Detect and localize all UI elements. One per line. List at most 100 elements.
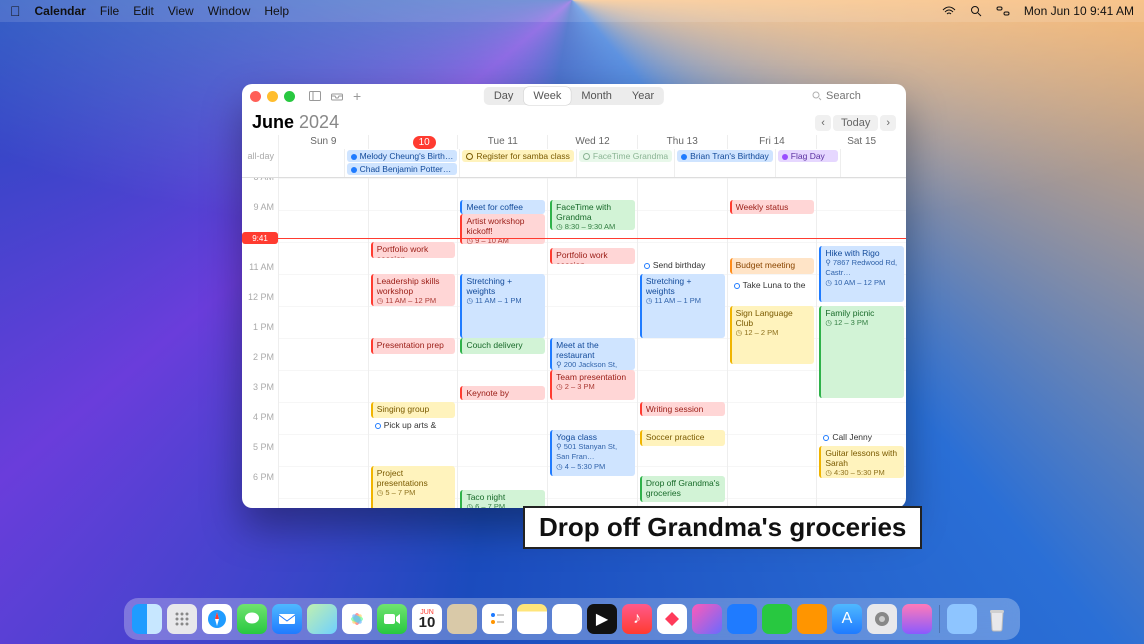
dock-downloads[interactable]: [947, 604, 977, 634]
zoom-button[interactable]: [284, 91, 295, 102]
wifi-icon[interactable]: [942, 6, 956, 16]
calendar-event[interactable]: Budget meeting: [730, 258, 815, 274]
dock-notes[interactable]: [517, 604, 547, 634]
menubar-clock[interactable]: Mon Jun 10 9:41 AM: [1024, 4, 1134, 18]
dock-settings[interactable]: [867, 604, 897, 634]
dock-numbers[interactable]: [762, 604, 792, 634]
calendar-event[interactable]: Writing session with Or…: [640, 402, 725, 416]
next-week-button[interactable]: ›: [880, 115, 896, 131]
calendar-event[interactable]: Weekly status: [730, 200, 815, 214]
add-event-icon[interactable]: +: [353, 91, 361, 101]
allday-event[interactable]: Register for samba class: [462, 150, 574, 162]
allday-event[interactable]: FaceTime Grandma: [579, 150, 672, 162]
calendar-event[interactable]: Project presentations◷ 5 – 7 PM: [371, 466, 456, 508]
dock-launchpad[interactable]: [167, 604, 197, 634]
calendar-event[interactable]: Presentation prep: [371, 338, 456, 354]
calendar-event[interactable]: Meet for coffee: [460, 200, 545, 214]
dock-mail[interactable]: [272, 604, 302, 634]
day-header-fri[interactable]: Fri 14: [727, 135, 817, 149]
menu-file[interactable]: File: [100, 4, 119, 18]
spotlight-icon[interactable]: [970, 5, 982, 17]
calendar-event[interactable]: Family picnic◷ 12 – 3 PM: [819, 306, 904, 398]
dock-appstore[interactable]: A: [832, 604, 862, 634]
dock-maps[interactable]: [307, 604, 337, 634]
dock-calendar[interactable]: JUN 10: [412, 604, 442, 634]
menu-window[interactable]: Window: [208, 4, 251, 18]
calendar-event[interactable]: Hike with Rigo⚲ 7867 Redwood Rd, Castr…◷…: [819, 246, 904, 302]
calendar-event[interactable]: Drop off Grandma's groceries: [640, 476, 725, 502]
day-header-sun[interactable]: Sun 9: [278, 135, 368, 149]
calendars-toggle-icon[interactable]: [309, 91, 321, 101]
inbox-icon[interactable]: [331, 91, 343, 101]
dock-music[interactable]: ♪: [622, 604, 652, 634]
calendar-event[interactable]: Artist workshop kickoff!◷ 9 – 10 AM: [460, 214, 545, 244]
allday-event[interactable]: Chad Benjamin Potter…: [347, 163, 458, 175]
col-wed[interactable]: FaceTime with Grandma◷ 8:30 – 9:30 AM Por…: [547, 178, 637, 508]
week-grid[interactable]: 8 AM9 AM10 AM11 AM12 PM1 PM2 PM3 PM4 PM5…: [242, 178, 906, 508]
calendar-event[interactable]: Sign Language Club◷ 12 – 2 PM: [730, 306, 815, 364]
calendar-event[interactable]: Team presentation◷ 2 – 3 PM: [550, 370, 635, 400]
calendar-event[interactable]: Guitar lessons with Sarah◷ 4:30 – 5:30 P…: [819, 446, 904, 478]
calendar-event[interactable]: Stretching + weights◷ 11 AM – 1 PM: [640, 274, 725, 338]
allday-wed[interactable]: FaceTime Grandma: [576, 149, 674, 177]
allday-thu[interactable]: Brian Tran's Birthday: [674, 149, 775, 177]
view-year[interactable]: Year: [622, 87, 664, 105]
app-menu[interactable]: Calendar: [35, 4, 86, 18]
calendar-event[interactable]: Portfolio work session: [371, 242, 456, 258]
calendar-event[interactable]: Stretching + weights◷ 11 AM – 1 PM: [460, 274, 545, 338]
dock-pages[interactable]: [797, 604, 827, 634]
close-button[interactable]: [250, 91, 261, 102]
col-sun[interactable]: [278, 178, 368, 508]
allday-event[interactable]: Brian Tran's Birthday: [677, 150, 773, 162]
allday-sat[interactable]: [840, 149, 906, 177]
search-input[interactable]: [826, 90, 896, 102]
dock-shortcuts[interactable]: [692, 604, 722, 634]
calendar-event[interactable]: Couch delivery: [460, 338, 545, 354]
view-week[interactable]: Week: [523, 87, 571, 105]
day-header-thu[interactable]: Thu 13: [637, 135, 727, 149]
col-sat[interactable]: Hike with Rigo⚲ 7867 Redwood Rd, Castr…◷…: [816, 178, 906, 508]
calendar-event[interactable]: Portfolio work session: [550, 248, 635, 264]
calendar-event[interactable]: FaceTime with Grandma◷ 8:30 – 9:30 AM: [550, 200, 635, 230]
calendar-event[interactable]: Yoga class⚲ 501 Stanyan St, San Fran…◷ 4…: [550, 430, 635, 476]
allday-mon[interactable]: Melody Cheung's Birth…Chad Benjamin Pott…: [344, 149, 460, 177]
dock-messages[interactable]: [237, 604, 267, 634]
calendar-event[interactable]: Meet at the restaurant⚲ 200 Jackson St, …: [550, 338, 635, 370]
day-header-wed[interactable]: Wed 12: [547, 135, 637, 149]
view-day[interactable]: Day: [484, 87, 524, 105]
calendar-event[interactable]: Take Luna to the vet: [730, 278, 815, 292]
search-field[interactable]: [812, 90, 896, 102]
today-button[interactable]: Today: [833, 115, 878, 131]
minimize-button[interactable]: [267, 91, 278, 102]
dock-tv[interactable]: ▶: [587, 604, 617, 634]
day-header-tue[interactable]: Tue 11: [457, 135, 547, 149]
dock-reminders[interactable]: [482, 604, 512, 634]
prev-week-button[interactable]: ‹: [815, 115, 831, 131]
calendar-event[interactable]: Call Jenny: [819, 430, 904, 444]
calendar-event[interactable]: Pick up arts & crafts sup…: [371, 418, 456, 432]
dock-facetime[interactable]: [377, 604, 407, 634]
col-fri[interactable]: Weekly status Budget meeting Take Luna to …: [727, 178, 817, 508]
menu-edit[interactable]: Edit: [133, 4, 154, 18]
dock-finder[interactable]: [132, 604, 162, 634]
day-header-mon[interactable]: Mon 10: [368, 135, 458, 149]
menu-view[interactable]: View: [168, 4, 194, 18]
dock-news[interactable]: [657, 604, 687, 634]
allday-fri[interactable]: Flag Day: [775, 149, 841, 177]
dock-contacts[interactable]: [447, 604, 477, 634]
menu-help[interactable]: Help: [264, 4, 289, 18]
col-thu[interactable]: Send birthday card to A…Stretching + wei…: [637, 178, 727, 508]
dock-iphone-mirror[interactable]: [902, 604, 932, 634]
apple-menu[interactable]: : [10, 3, 21, 19]
dock-freeform[interactable]: [552, 604, 582, 634]
calendar-event[interactable]: Singing group: [371, 402, 456, 418]
allday-tue[interactable]: Register for samba class: [459, 149, 576, 177]
calendar-event[interactable]: Soccer practice: [640, 430, 725, 446]
calendar-event[interactable]: Leadership skills workshop◷ 11 AM – 12 P…: [371, 274, 456, 306]
allday-event[interactable]: Flag Day: [778, 150, 839, 162]
allday-event[interactable]: Melody Cheung's Birth…: [347, 150, 458, 162]
dock-keynote[interactable]: [727, 604, 757, 634]
control-center-icon[interactable]: [996, 6, 1010, 16]
col-tue[interactable]: Meet for coffeeArtist workshop kickoff!◷…: [457, 178, 547, 508]
dock-photos[interactable]: [342, 604, 372, 634]
